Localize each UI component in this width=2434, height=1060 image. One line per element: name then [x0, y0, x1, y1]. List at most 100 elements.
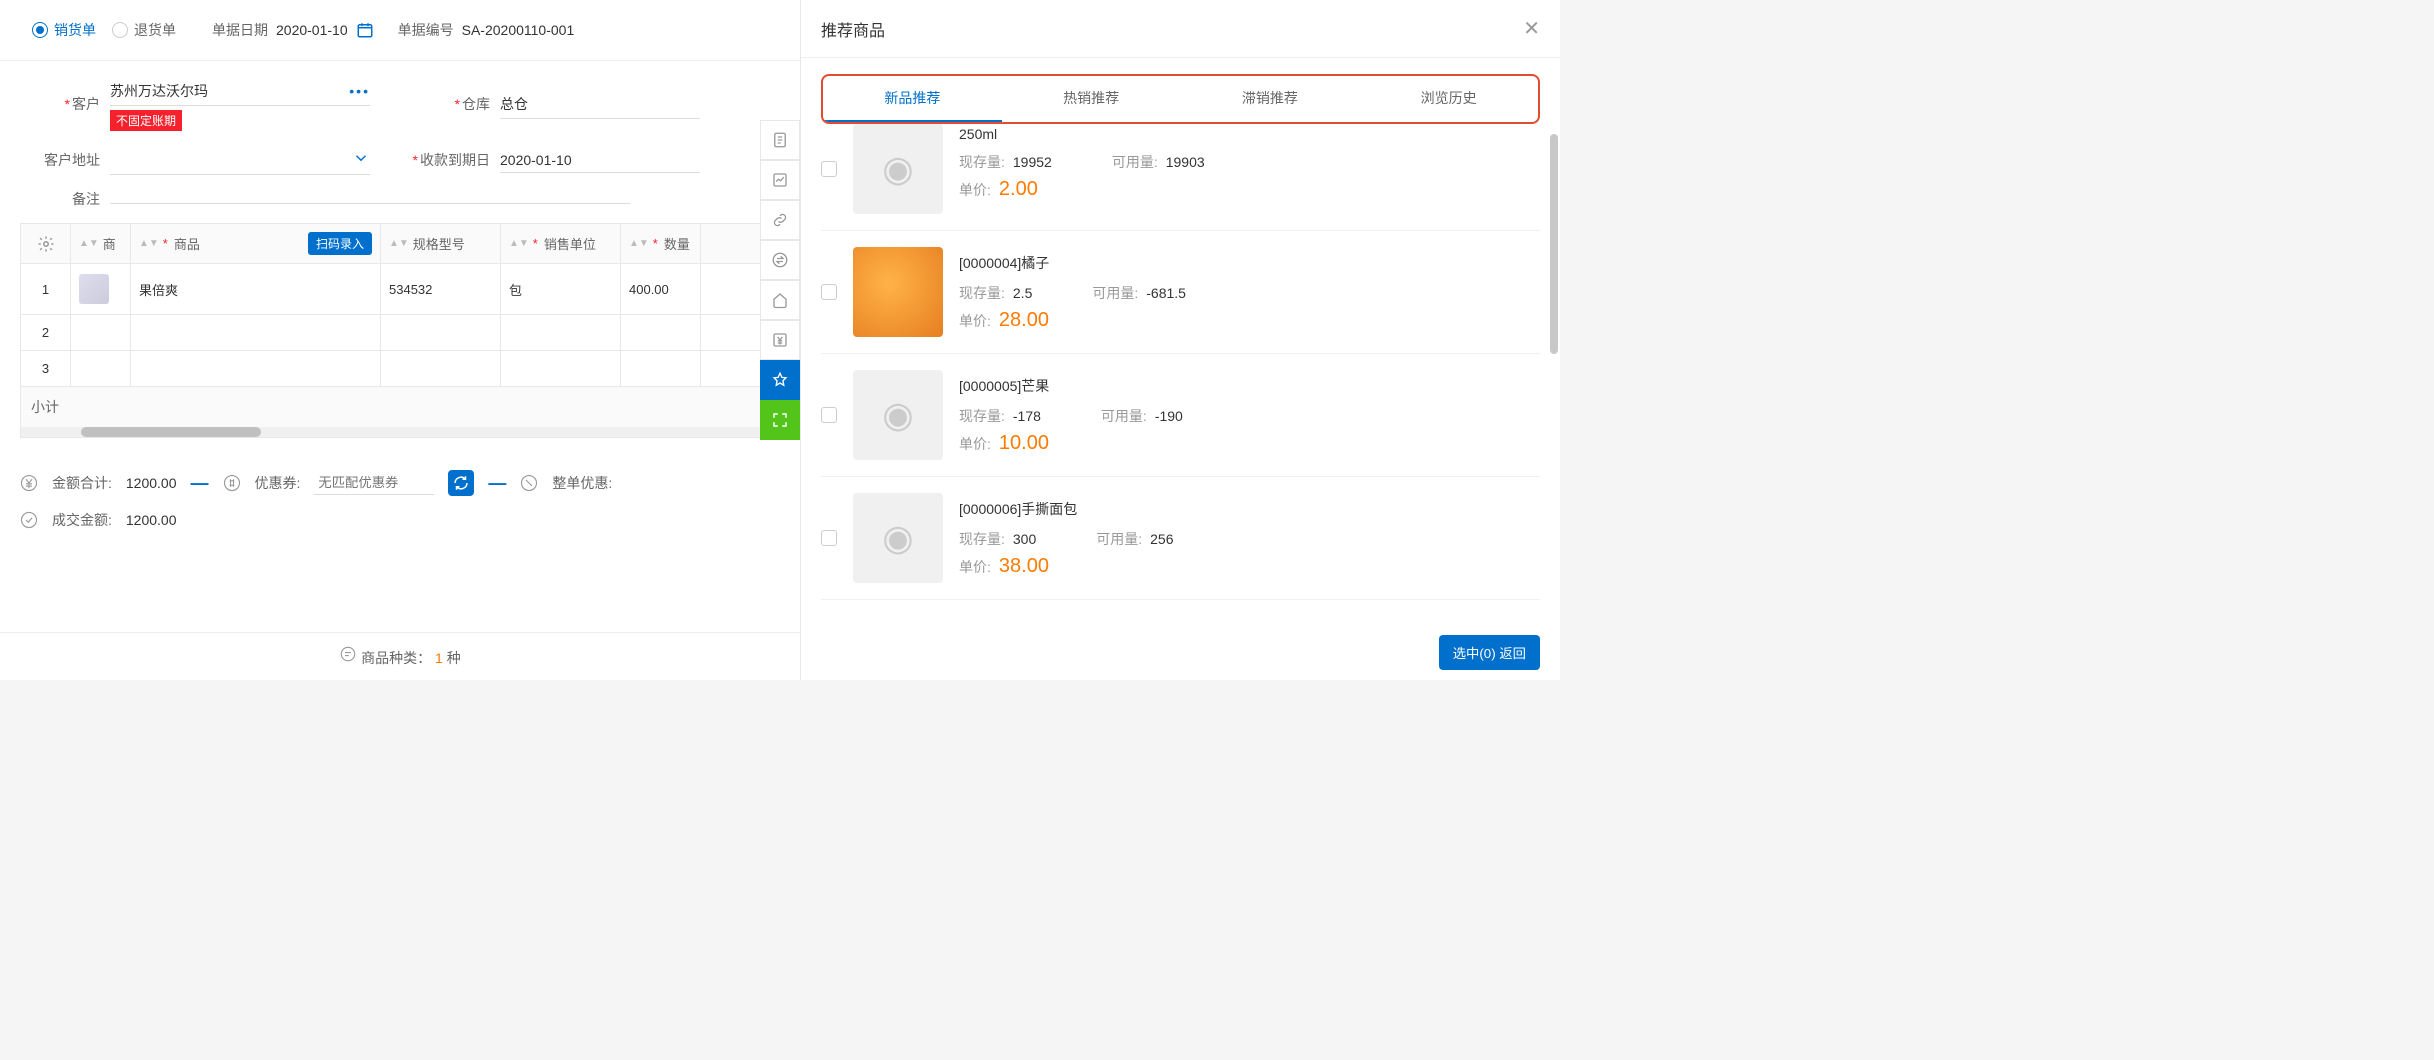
address-chevron-icon[interactable]: [352, 149, 370, 170]
tab-history[interactable]: 浏览历史: [1359, 76, 1538, 122]
line-items-grid: ▲▼商 ▲▼*商品扫码录入 ▲▼规格型号 ▲▼*销售单位 ▲▼*数量 1 果倍爽…: [20, 223, 780, 438]
warehouse-label: 仓库: [462, 96, 490, 112]
grid-row-2: 2: [21, 315, 779, 351]
address-label: 客户地址: [20, 150, 100, 170]
item-stock: 2.5: [1013, 285, 1032, 301]
row-num: 1: [21, 264, 71, 314]
side-toolbar: [760, 120, 800, 440]
item-stock: 19952: [1013, 154, 1052, 170]
item-price: 10.00: [999, 432, 1049, 454]
item-avail: -190: [1155, 408, 1183, 424]
item-stock: 300: [1013, 531, 1036, 547]
cell-product[interactable]: 果倍爽: [131, 264, 381, 314]
item-image: ◉: [853, 493, 943, 583]
list-vscroll[interactable]: [1550, 134, 1558, 354]
recommend-item: [0000004]橘子 现存量:2.5 可用量:-681.5 单价:28.00: [821, 231, 1540, 354]
warehouse-value[interactable]: 总仓: [500, 94, 528, 114]
remark-label: 备注: [20, 189, 100, 209]
tool-chart-icon[interactable]: [760, 160, 800, 200]
doc-no-label: 单据编号: [398, 20, 454, 40]
tool-expand-icon[interactable]: [760, 400, 800, 440]
tool-link-icon[interactable]: [760, 200, 800, 240]
refresh-coupon-button[interactable]: [448, 470, 474, 496]
customer-more-icon[interactable]: •••: [349, 83, 370, 99]
doc-date-value[interactable]: 2020-01-10: [276, 22, 348, 38]
tab-new[interactable]: 新品推荐: [823, 76, 1002, 122]
radio-sales[interactable]: 销货单: [32, 20, 96, 40]
item-checkbox[interactable]: [821, 407, 837, 423]
item-name: [0000005]芒果: [959, 376, 1540, 396]
period-badge: 不固定账期: [110, 110, 182, 131]
tool-currency-icon[interactable]: [760, 320, 800, 360]
cell-spec[interactable]: 534532: [381, 264, 501, 314]
tool-swap-icon[interactable]: [760, 240, 800, 280]
grid-hscroll[interactable]: [21, 427, 779, 437]
deal-value: 1200.00: [126, 512, 177, 528]
tab-slow[interactable]: 滞销推荐: [1181, 76, 1360, 122]
grid-settings-icon[interactable]: [21, 224, 71, 263]
recommend-item: ◉ 250ml 现存量:19952 可用量:19903 单价:2.00: [821, 124, 1540, 231]
kind-label: 商品种类：: [361, 650, 431, 666]
item-checkbox[interactable]: [821, 161, 837, 177]
item-checkbox[interactable]: [821, 530, 837, 546]
sum-value: 1200.00: [126, 475, 177, 491]
grid-row-1: 1 果倍爽 534532 包 400.00: [21, 264, 779, 315]
grid-row-3: 3: [21, 351, 779, 387]
recommend-item: ◉ [0000006]手撕面包 现存量:300 可用量:256 单价:38.00: [821, 477, 1540, 600]
coupon-label: 优惠券:: [255, 473, 301, 493]
item-avail: 19903: [1166, 154, 1205, 170]
discount-icon: [520, 474, 538, 492]
select-return-button[interactable]: 选中(0) 返回: [1439, 635, 1540, 670]
panel-title: 推荐商品: [821, 17, 885, 41]
scan-button[interactable]: 扫码录入: [308, 232, 372, 255]
tool-star-icon[interactable]: [760, 360, 800, 400]
coupon-icon: [223, 474, 241, 492]
customer-value[interactable]: 苏州万达沃尔玛: [110, 81, 208, 101]
item-price: 28.00: [999, 309, 1049, 331]
tool-home-icon[interactable]: [760, 280, 800, 320]
doc-date-label: 单据日期: [212, 20, 268, 40]
yen-icon: [20, 474, 38, 492]
customer-label: 客户: [72, 96, 100, 112]
kind-suffix: 种: [447, 650, 461, 666]
col-unit[interactable]: ▲▼*销售单位: [501, 224, 621, 263]
whole-label: 整单优惠:: [552, 473, 612, 493]
product-thumb: [79, 274, 109, 304]
item-name: [0000004]橘子: [959, 253, 1540, 273]
kind-icon: [339, 645, 357, 663]
item-name: 250ml: [959, 126, 1540, 142]
item-avail: 256: [1150, 531, 1173, 547]
deal-icon: [20, 511, 38, 529]
item-avail: -681.5: [1146, 285, 1186, 301]
dash-icon: —: [191, 473, 209, 494]
item-price: 2.00: [999, 178, 1038, 200]
radio-return-label: 退货单: [134, 20, 176, 40]
item-image: ◉: [853, 124, 943, 214]
subtotal-row: 小计: [21, 387, 779, 427]
item-image: ◉: [853, 370, 943, 460]
due-label: 收款到期日: [420, 152, 490, 168]
item-image: [853, 247, 943, 337]
item-checkbox[interactable]: [821, 284, 837, 300]
col-spec[interactable]: ▲▼规格型号: [381, 224, 501, 263]
tab-hot[interactable]: 热销推荐: [1002, 76, 1181, 122]
cell-unit[interactable]: 包: [501, 264, 621, 314]
doc-type-radio-group: 销货单 退货单: [20, 12, 188, 48]
col-product[interactable]: ▲▼*商品扫码录入: [131, 224, 381, 263]
dash-icon-2: —: [488, 473, 506, 494]
coupon-input[interactable]: [314, 471, 434, 495]
calendar-icon[interactable]: [356, 21, 374, 39]
recommend-tabs: 新品推荐 热销推荐 滞销推荐 浏览历史: [821, 74, 1540, 124]
item-price: 38.00: [999, 555, 1049, 577]
tool-note-icon[interactable]: [760, 120, 800, 160]
cell-qty[interactable]: 400.00: [621, 264, 701, 314]
radio-sales-label: 销货单: [54, 20, 96, 40]
close-icon[interactable]: ✕: [1523, 16, 1540, 41]
due-value[interactable]: 2020-01-10: [500, 152, 572, 168]
col-image[interactable]: ▲▼商: [71, 224, 131, 263]
deal-label: 成交金额:: [52, 510, 112, 530]
radio-return[interactable]: 退货单: [112, 20, 176, 40]
doc-no-value: SA-20200110-001: [462, 22, 575, 38]
recommend-item: ◉ [0000005]芒果 现存量:-178 可用量:-190 单价:10.00: [821, 354, 1540, 477]
col-qty[interactable]: ▲▼*数量: [621, 224, 701, 263]
